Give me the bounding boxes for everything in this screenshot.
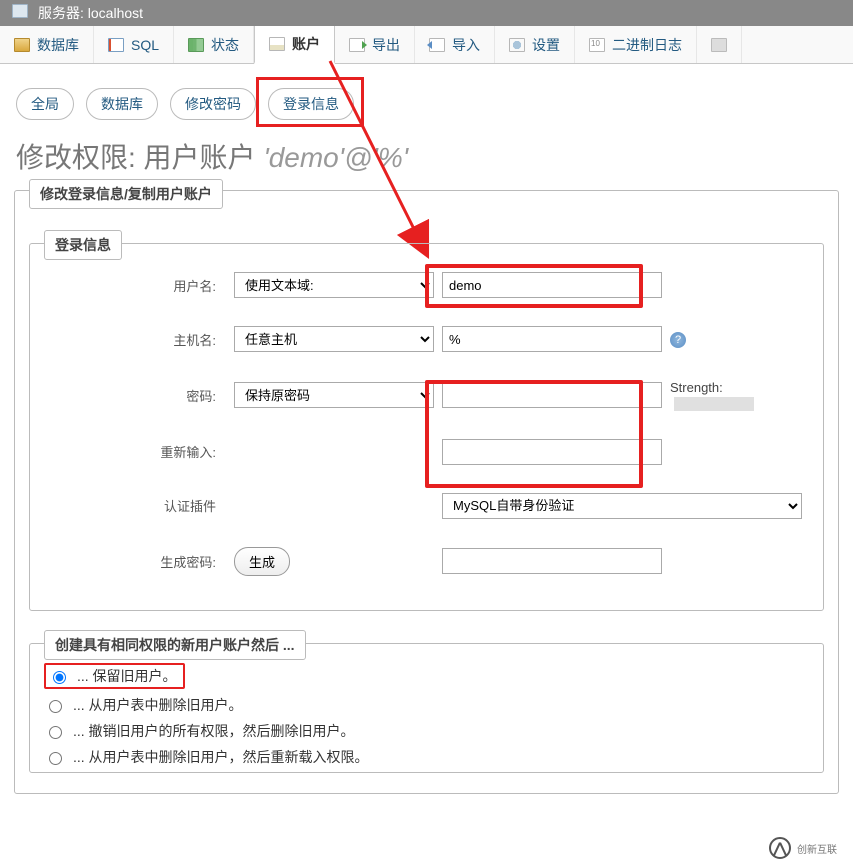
database-icon <box>14 38 30 52</box>
host-mode-select[interactable]: 任意主机 <box>234 326 434 352</box>
tab-label: 二进制日志 <box>612 35 682 55</box>
more-icon <box>711 38 727 52</box>
host-input[interactable] <box>442 326 662 352</box>
edit-login-frame: 修改登录信息/复制用户账户 登录信息 用户名: 使用文本域: 主机名: 任意主机 <box>14 190 839 794</box>
auth-plugin-select[interactable]: MySQL自带身份验证 <box>442 493 802 519</box>
password-label: 密码: <box>46 386 226 405</box>
radio-option-keep[interactable]: ... 保留旧用户。 <box>44 660 809 692</box>
watermark-text: 创新互联 <box>797 841 837 856</box>
radio-option-delete-from-table[interactable]: ... 从用户表中删除旧用户。 <box>44 692 809 718</box>
retype-label: 重新输入: <box>46 442 226 461</box>
radio-label: ... 从用户表中删除旧用户。 <box>73 695 243 715</box>
tab-binlog[interactable]: 二进制日志 <box>575 26 697 63</box>
after-create-radio-group: 创建具有相同权限的新用户账户然后 ... ... 保留旧用户。 ... 从用户表… <box>29 643 824 773</box>
retype-input[interactable] <box>442 439 662 465</box>
accounts-icon <box>269 37 285 51</box>
server-label: 服务器: localhost <box>38 5 143 21</box>
subtab-database[interactable]: 数据库 <box>86 88 158 120</box>
tab-label: 数据库 <box>37 35 79 55</box>
binary-log-icon <box>589 38 605 52</box>
radio-input[interactable] <box>53 671 66 684</box>
subtab-login-info[interactable]: 登录信息 <box>268 88 354 120</box>
help-icon[interactable]: ? <box>670 332 686 348</box>
username-label: 用户名: <box>46 276 226 295</box>
server-bar: 服务器: localhost <box>0 0 853 26</box>
login-info-group: 登录信息 用户名: 使用文本域: 主机名: 任意主机 ? 密码: 保持原密码 <box>29 243 824 611</box>
radio-legend: 创建具有相同权限的新用户账户然后 ... <box>44 630 306 660</box>
strength-label: Strength: <box>670 380 723 395</box>
host-label: 主机名: <box>46 330 226 349</box>
outer-legend: 修改登录信息/复制用户账户 <box>29 179 223 209</box>
radio-input[interactable] <box>49 752 62 765</box>
watermark: 创新互联 <box>753 831 853 865</box>
radio-input[interactable] <box>49 726 62 739</box>
radio-label: ... 从用户表中删除旧用户，然后重新载入权限。 <box>73 747 369 767</box>
tab-database[interactable]: 数据库 <box>0 26 94 63</box>
radio-option-delete-reload[interactable]: ... 从用户表中删除旧用户，然后重新载入权限。 <box>44 744 809 770</box>
tab-label: 状态 <box>211 35 239 55</box>
login-info-legend: 登录信息 <box>44 230 122 260</box>
watermark-logo-icon <box>769 837 791 859</box>
tab-label: 设置 <box>532 35 560 55</box>
top-tabs: 数据库 SQL 状态 账户 导出 导入 设置 二进制日志 <box>0 26 853 64</box>
generated-password-input[interactable] <box>442 548 662 574</box>
tab-import[interactable]: 导入 <box>415 26 495 63</box>
password-mode-select[interactable]: 保持原密码 <box>234 382 434 408</box>
gear-icon <box>509 38 525 52</box>
radio-label: ... 撤销旧用户的所有权限，然后删除旧用户。 <box>73 721 355 741</box>
auth-label: 认证插件 <box>46 496 226 515</box>
sub-tabs: 全局 数据库 修改密码 登录信息 <box>0 64 853 132</box>
subtab-change-password[interactable]: 修改密码 <box>170 88 256 120</box>
tab-label: 账户 <box>292 34 320 54</box>
import-icon <box>429 38 445 52</box>
export-icon <box>349 38 365 52</box>
username-mode-select[interactable]: 使用文本域: <box>234 272 434 298</box>
username-input[interactable] <box>442 272 662 298</box>
status-icon <box>188 38 204 52</box>
row-password: 密码: 保持原密码 Strength: <box>38 366 815 425</box>
tab-label: 导出 <box>372 35 400 55</box>
row-retype: 重新输入: <box>38 425 815 479</box>
tab-accounts[interactable]: 账户 <box>254 26 335 64</box>
radio-option-revoke-delete[interactable]: ... 撤销旧用户的所有权限，然后删除旧用户。 <box>44 718 809 744</box>
generate-password-button[interactable]: 生成 <box>234 547 290 576</box>
highlight-annotation: ... 保留旧用户。 <box>44 663 185 689</box>
row-generate-password: 生成密码: 生成 <box>38 533 815 590</box>
sql-icon <box>108 38 124 52</box>
password-input[interactable] <box>442 382 662 408</box>
tab-export[interactable]: 导出 <box>335 26 415 63</box>
strength-bar <box>674 397 754 411</box>
row-host: 主机名: 任意主机 ? <box>38 312 815 366</box>
radio-label: ... 保留旧用户。 <box>77 666 177 686</box>
tab-label: SQL <box>131 37 159 53</box>
tab-label: 导入 <box>452 35 480 55</box>
heading-prefix: 修改权限: 用户账户 <box>16 142 263 173</box>
gen-label: 生成密码: <box>46 552 226 571</box>
server-icon <box>12 4 28 18</box>
tab-sql[interactable]: SQL <box>94 26 174 63</box>
row-auth-plugin: 认证插件 MySQL自带身份验证 <box>38 479 815 533</box>
tab-status[interactable]: 状态 <box>174 26 254 63</box>
heading-account: 'demo'@'%' <box>263 142 408 173</box>
tab-settings[interactable]: 设置 <box>495 26 575 63</box>
subtab-global[interactable]: 全局 <box>16 88 74 120</box>
row-username: 用户名: 使用文本域: <box>38 258 815 312</box>
radio-input[interactable] <box>49 700 62 713</box>
tab-more[interactable] <box>697 26 742 63</box>
